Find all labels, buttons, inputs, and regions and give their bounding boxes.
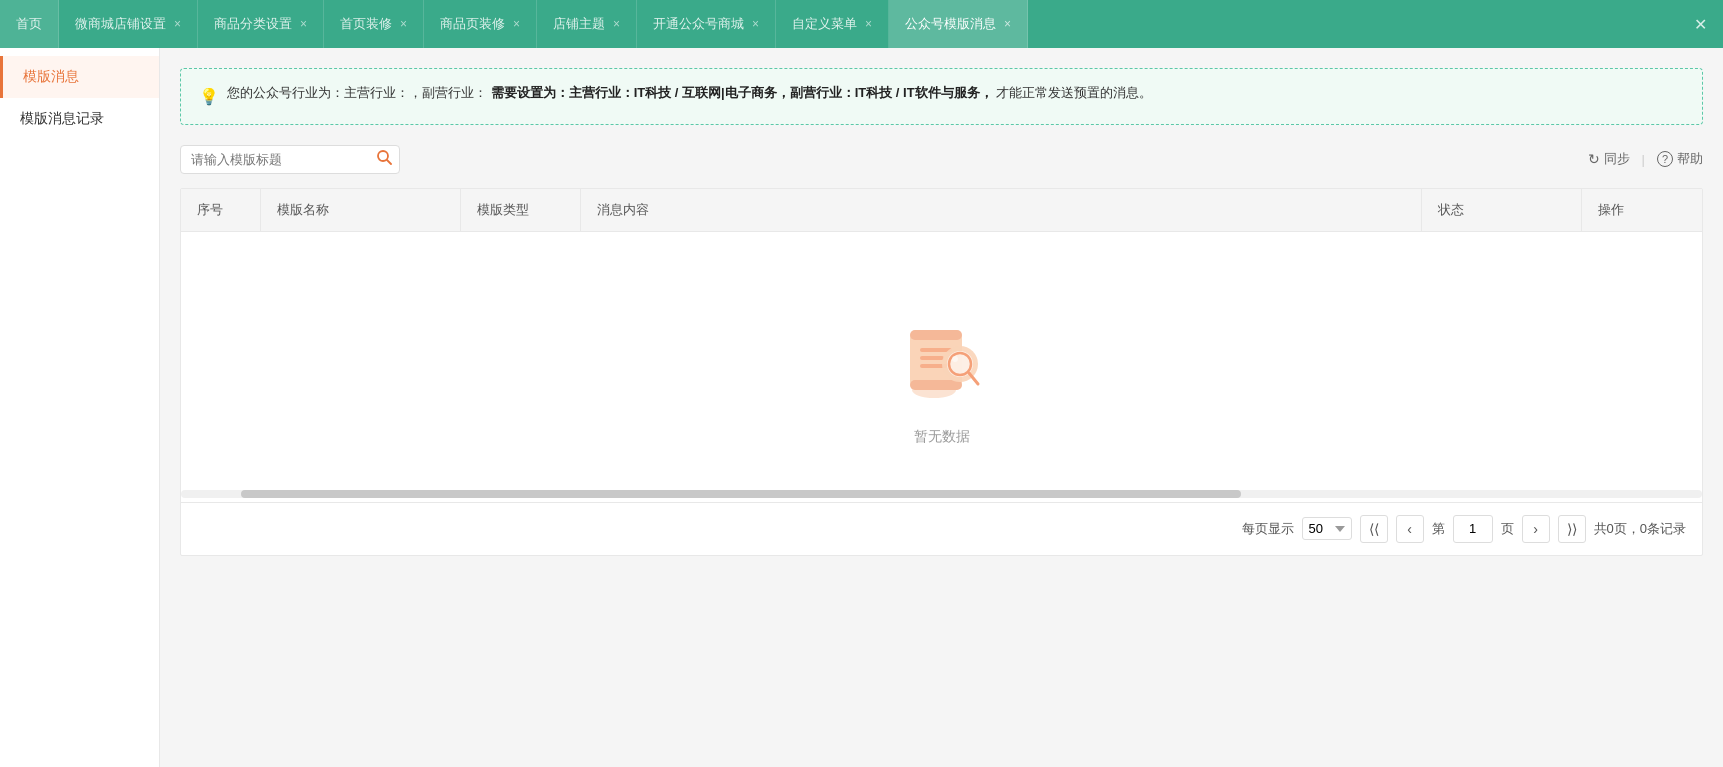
th-action: 操作 bbox=[1582, 189, 1702, 231]
sync-icon: ↻ bbox=[1588, 151, 1600, 167]
tab-theme-close[interactable]: × bbox=[613, 17, 620, 31]
search-icon bbox=[376, 149, 392, 165]
help-icon: ? bbox=[1657, 151, 1673, 167]
notice-text-after: 才能正常发送预置的消息。 bbox=[996, 85, 1152, 100]
svg-point-13 bbox=[952, 356, 958, 362]
main-content: 💡 您的公众号行业为：主营行业：，副营行业： 需要设置为：主营行业：IT科技 /… bbox=[160, 48, 1723, 767]
search-input[interactable] bbox=[180, 145, 400, 174]
svg-line-1 bbox=[387, 160, 391, 164]
main-layout: 模版消息 模版消息记录 💡 您的公众号行业为：主营行业：，副营行业： 需要设置为… bbox=[0, 48, 1723, 767]
th-seq: 序号 bbox=[181, 189, 261, 231]
total-label: 共0页，0条记录 bbox=[1594, 520, 1686, 538]
sidebar-item-template-msg-record[interactable]: 模版消息记录 bbox=[0, 98, 159, 140]
svg-rect-7 bbox=[920, 356, 944, 360]
tab-custommenu[interactable]: 自定义菜单 × bbox=[776, 0, 889, 48]
tab-category[interactable]: 商品分类设置 × bbox=[198, 0, 324, 48]
page-first-button[interactable]: ⟨⟨ bbox=[1360, 515, 1388, 543]
page-size-select[interactable]: 10 20 50 100 bbox=[1302, 517, 1352, 540]
top-nav: 首页 微商城店铺设置 × 商品分类设置 × 首页装修 × 商品页装修 × 店铺主… bbox=[0, 0, 1723, 48]
close-all-button[interactable]: ✕ bbox=[1678, 15, 1723, 34]
sidebar-item-template-msg[interactable]: 模版消息 bbox=[0, 56, 159, 98]
tab-custommenu-close[interactable]: × bbox=[865, 17, 872, 31]
tab-category-label: 商品分类设置 bbox=[214, 15, 292, 33]
sidebar: 模版消息 模版消息记录 bbox=[0, 48, 160, 767]
tab-category-close[interactable]: × bbox=[300, 17, 307, 31]
search-input-wrap bbox=[180, 145, 400, 174]
empty-illustration bbox=[882, 292, 1002, 412]
tab-productpage[interactable]: 商品页装修 × bbox=[424, 0, 537, 48]
notice-text-highlight: 需要设置为：主营行业：IT科技 / 互联网|电子商务，副营行业：IT科技 / I… bbox=[491, 85, 993, 100]
tab-homepage-label: 首页装修 bbox=[340, 15, 392, 33]
page-number-input[interactable] bbox=[1453, 515, 1493, 543]
table-header: 序号 模版名称 模版类型 消息内容 状态 操作 bbox=[181, 189, 1702, 232]
empty-state: 暂无数据 bbox=[181, 232, 1702, 486]
search-bar: ↻ 同步 | ? 帮助 bbox=[180, 145, 1703, 174]
tab-productpage-close[interactable]: × bbox=[513, 17, 520, 31]
tab-templatemsg-close[interactable]: × bbox=[1004, 17, 1011, 31]
sync-button[interactable]: ↻ 同步 bbox=[1588, 150, 1630, 168]
toolbar-divider: | bbox=[1642, 152, 1645, 167]
page-label-after: 页 bbox=[1501, 520, 1514, 538]
tab-openchannel[interactable]: 开通公众号商城 × bbox=[637, 0, 776, 48]
search-button[interactable] bbox=[376, 149, 392, 169]
sidebar-item-template-msg-record-label: 模版消息记录 bbox=[20, 110, 104, 126]
tab-home-label: 首页 bbox=[16, 15, 42, 33]
th-status: 状态 bbox=[1422, 189, 1582, 231]
tab-custommenu-label: 自定义菜单 bbox=[792, 15, 857, 33]
tab-homepage-close[interactable]: × bbox=[400, 17, 407, 31]
th-type: 模版类型 bbox=[461, 189, 581, 231]
svg-rect-5 bbox=[910, 380, 962, 390]
notice-text: 您的公众号行业为：主营行业：，副营行业： 需要设置为：主营行业：IT科技 / 互… bbox=[227, 83, 1152, 104]
page-size-label: 每页显示 bbox=[1242, 520, 1294, 538]
empty-text: 暂无数据 bbox=[914, 428, 970, 446]
tab-theme[interactable]: 店铺主题 × bbox=[537, 0, 637, 48]
tab-productpage-label: 商品页装修 bbox=[440, 15, 505, 33]
horizontal-scrollbar[interactable] bbox=[181, 490, 1702, 498]
scrollbar-thumb[interactable] bbox=[241, 490, 1241, 498]
tab-theme-label: 店铺主题 bbox=[553, 15, 605, 33]
pagination-bar: 每页显示 10 20 50 100 ⟨⟨ ‹ 第 页 › ⟩⟩ 共0页，0条记录 bbox=[181, 502, 1702, 555]
page-label-before: 第 bbox=[1432, 520, 1445, 538]
tab-templatemsg-label: 公众号模版消息 bbox=[905, 15, 996, 33]
tab-openchannel-close[interactable]: × bbox=[752, 17, 759, 31]
sync-label: 同步 bbox=[1604, 150, 1630, 168]
tab-weshop-label: 微商城店铺设置 bbox=[75, 15, 166, 33]
notice-icon: 💡 bbox=[199, 84, 219, 110]
help-label: 帮助 bbox=[1677, 150, 1703, 168]
tab-home[interactable]: 首页 bbox=[0, 0, 59, 48]
page-prev-button[interactable]: ‹ bbox=[1396, 515, 1424, 543]
svg-rect-4 bbox=[910, 330, 962, 340]
th-content: 消息内容 bbox=[581, 189, 1422, 231]
table-wrap: 序号 模版名称 模版类型 消息内容 状态 操作 bbox=[180, 188, 1703, 556]
notice-box: 💡 您的公众号行业为：主营行业：，副营行业： 需要设置为：主营行业：IT科技 /… bbox=[180, 68, 1703, 125]
tab-weshop-close[interactable]: × bbox=[174, 17, 181, 31]
th-name: 模版名称 bbox=[261, 189, 461, 231]
toolbar-right: ↻ 同步 | ? 帮助 bbox=[1588, 150, 1703, 168]
help-button[interactable]: ? 帮助 bbox=[1657, 150, 1703, 168]
tab-openchannel-label: 开通公众号商城 bbox=[653, 15, 744, 33]
tab-weshop[interactable]: 微商城店铺设置 × bbox=[59, 0, 198, 48]
tab-homepage[interactable]: 首页装修 × bbox=[324, 0, 424, 48]
notice-text-before: 您的公众号行业为：主营行业：，副营行业： bbox=[227, 85, 487, 100]
sidebar-item-template-msg-label: 模版消息 bbox=[23, 68, 79, 84]
page-last-button[interactable]: ⟩⟩ bbox=[1558, 515, 1586, 543]
tab-templatemsg[interactable]: 公众号模版消息 × bbox=[889, 0, 1028, 48]
page-next-button[interactable]: › bbox=[1522, 515, 1550, 543]
